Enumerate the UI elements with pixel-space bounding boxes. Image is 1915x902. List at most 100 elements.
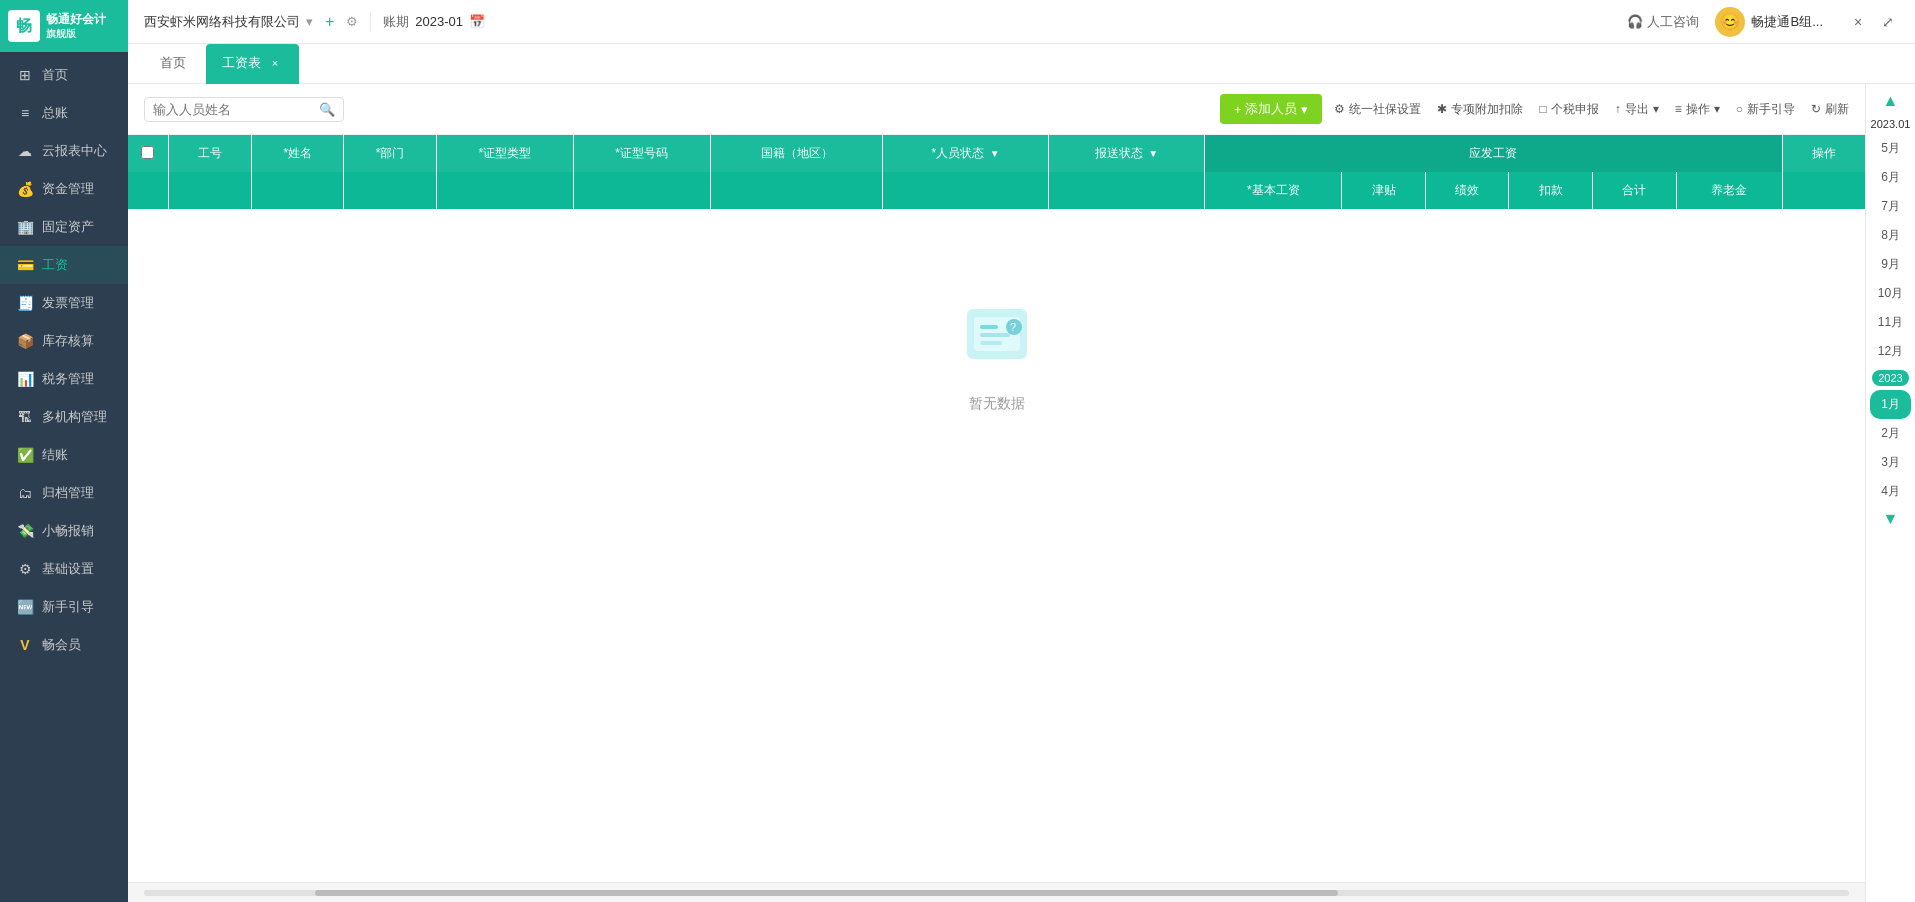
refresh-button[interactable]: ↻ 刷新 [1811,101,1849,118]
close-button[interactable]: × [1847,11,1869,33]
sidebar-item-guide[interactable]: 🆕 新手引导 [0,588,128,626]
month-10[interactable]: 10月 [1866,279,1915,308]
th2-performance: 绩效 [1425,172,1509,209]
chevron-down-icon[interactable]: ▾ [306,14,313,29]
guide-button[interactable]: ○ 新手引导 [1736,101,1795,118]
month-6[interactable]: 6月 [1866,163,1915,192]
sidebar: 畅 畅通好会计 旗舰版 ⊞ 首页 ≡ 总账 ☁ 云报表中心 💰 资金管理 🏢 固… [0,0,128,902]
sidebar-item-label: 资金管理 [42,180,94,198]
tab-salary[interactable]: 工资表 × [206,44,299,84]
month-2023-1[interactable]: 1月 [1870,390,1911,419]
special-deduct-button[interactable]: ✱ 专项附加扣除 [1437,101,1523,118]
operations-icon: ≡ [1675,102,1682,116]
social-security-label: 统一社保设置 [1349,101,1421,118]
search-input[interactable] [153,102,313,117]
scrollbar-track[interactable] [144,890,1849,896]
social-security-button[interactable]: ⚙ 统一社保设置 [1334,101,1421,118]
guide-label: 新手引导 [1747,101,1795,118]
th-report-status[interactable]: 报送状态 ▼ [1048,135,1205,172]
month-2023-2[interactable]: 2月 [1866,419,1915,448]
refresh-label: 刷新 [1825,101,1849,118]
sidebar-item-ledger[interactable]: ≡ 总账 [0,94,128,132]
month-2023-3[interactable]: 3月 [1866,448,1915,477]
app-header: 西安虾米网络科技有限公司 ▾ + ⚙ 账期 2023-01 📅 🎧 人工咨询 😊… [128,0,1915,44]
personal-tax-icon: □ [1539,102,1546,116]
month-2023-4[interactable]: 4月 [1866,477,1915,506]
refresh-icon: ↻ [1811,102,1821,116]
th2-report [1048,172,1205,209]
user-info[interactable]: 😊 畅捷通B组... [1715,7,1823,37]
add-person-button[interactable]: + 添加人员 ▾ [1220,94,1323,124]
company-selector[interactable]: 西安虾米网络科技有限公司 ▾ [144,13,313,31]
tab-salary-label: 工资表 [222,54,261,72]
sidebar-item-fund[interactable]: 💰 资金管理 [0,170,128,208]
export-icon: ↑ [1615,102,1621,116]
sidebar-item-settings[interactable]: ⚙ 基础设置 [0,550,128,588]
report-filter-icon[interactable]: ▼ [1148,148,1158,159]
period-value: 2023-01 [415,14,463,29]
status-filter-icon[interactable]: ▼ [990,148,1000,159]
operations-button[interactable]: ≡ 操作 ▾ [1675,101,1720,118]
sidebar-item-inventory[interactable]: 📦 库存核算 [0,322,128,360]
tab-close-icon[interactable]: × [267,55,283,71]
maximize-button[interactable]: ⤢ [1877,11,1899,33]
table-wrap: 工号 *姓名 *部门 *证型类型 *证型号码 国籍（地区） *人员状态 ▼ [128,135,1865,882]
sidebar-item-checkout[interactable]: ✅ 结账 [0,436,128,474]
sidebar-item-home[interactable]: ⊞ 首页 [0,56,128,94]
month-8[interactable]: 8月 [1866,221,1915,250]
sidebar-item-invoice[interactable]: 🧾 发票管理 [0,284,128,322]
tab-home[interactable]: 首页 [144,44,202,84]
sidebar-item-multi-org[interactable]: 🏗 多机构管理 [0,398,128,436]
company-name: 西安虾米网络科技有限公司 [144,13,300,31]
month-5[interactable]: 5月 [1866,134,1915,163]
horizontal-scrollbar[interactable] [128,882,1865,902]
ai-consult-label: 人工咨询 [1647,13,1699,31]
ai-consult-button[interactable]: 🎧 人工咨询 [1627,13,1699,31]
sidebar-item-member[interactable]: V 畅会员 [0,626,128,664]
th-checkbox[interactable] [128,135,168,172]
th2-allowance: 津贴 [1342,172,1426,209]
operations-dropdown-icon: ▾ [1714,102,1720,116]
th-status[interactable]: *人员状态 ▼ [883,135,1048,172]
checkout-icon: ✅ [16,447,34,463]
content-area: 🔍 + 添加人员 ▾ ⚙ 统一社保设置 ✱ 专项附加扣除 [128,84,1915,902]
empty-text: 暂无数据 [969,395,1025,413]
add-company-icon[interactable]: + [325,13,334,31]
panel-scroll-up[interactable]: ▲ [1879,88,1903,114]
operations-label: 操作 [1686,101,1710,118]
th-department: *部门 [344,135,436,172]
sidebar-item-fixed-assets[interactable]: 🏢 固定资产 [0,208,128,246]
settings-icon[interactable]: ⚙ [346,14,358,29]
header-period: 账期 2023-01 📅 [383,13,485,31]
sidebar-item-expense[interactable]: 💸 小畅报销 [0,512,128,550]
year-2023-badge: 2023 [1872,370,1908,386]
ledger-icon: ≡ [16,105,34,121]
personal-tax-button[interactable]: □ 个税申报 [1539,101,1598,118]
sidebar-item-salary[interactable]: 💳 工资 [0,246,128,284]
social-security-icon: ⚙ [1334,102,1345,116]
select-all-checkbox[interactable] [141,146,154,159]
header-actions: 🎧 人工咨询 😊 畅捷通B组... × ⤢ [1627,7,1899,37]
sidebar-item-archive[interactable]: 🗂 归档管理 [0,474,128,512]
month-9[interactable]: 9月 [1866,250,1915,279]
export-button[interactable]: ↑ 导出 ▾ [1615,101,1659,118]
panel-scroll-down[interactable]: ▼ [1879,506,1903,532]
svg-rect-2 [980,325,998,329]
search-box[interactable]: 🔍 [144,97,344,122]
calendar-icon[interactable]: 📅 [469,14,485,29]
search-icon: 🔍 [319,102,335,117]
th2-idnum [573,172,710,209]
sidebar-item-cloud-report[interactable]: ☁ 云报表中心 [0,132,128,170]
scrollbar-thumb[interactable] [315,890,1338,896]
th-nationality: 国籍（地区） [710,135,883,172]
month-12[interactable]: 12月 [1866,337,1915,366]
sidebar-item-tax[interactable]: 📊 税务管理 [0,360,128,398]
month-7[interactable]: 7月 [1866,192,1915,221]
month-11[interactable]: 11月 [1866,308,1915,337]
archive-icon: 🗂 [16,485,34,501]
sidebar-item-label: 结账 [42,446,68,464]
sidebar-item-label: 首页 [42,66,68,84]
sidebar-item-label: 发票管理 [42,294,94,312]
th-number: 工号 [168,135,252,172]
app-logo: 畅 畅通好会计 旗舰版 [0,0,128,52]
